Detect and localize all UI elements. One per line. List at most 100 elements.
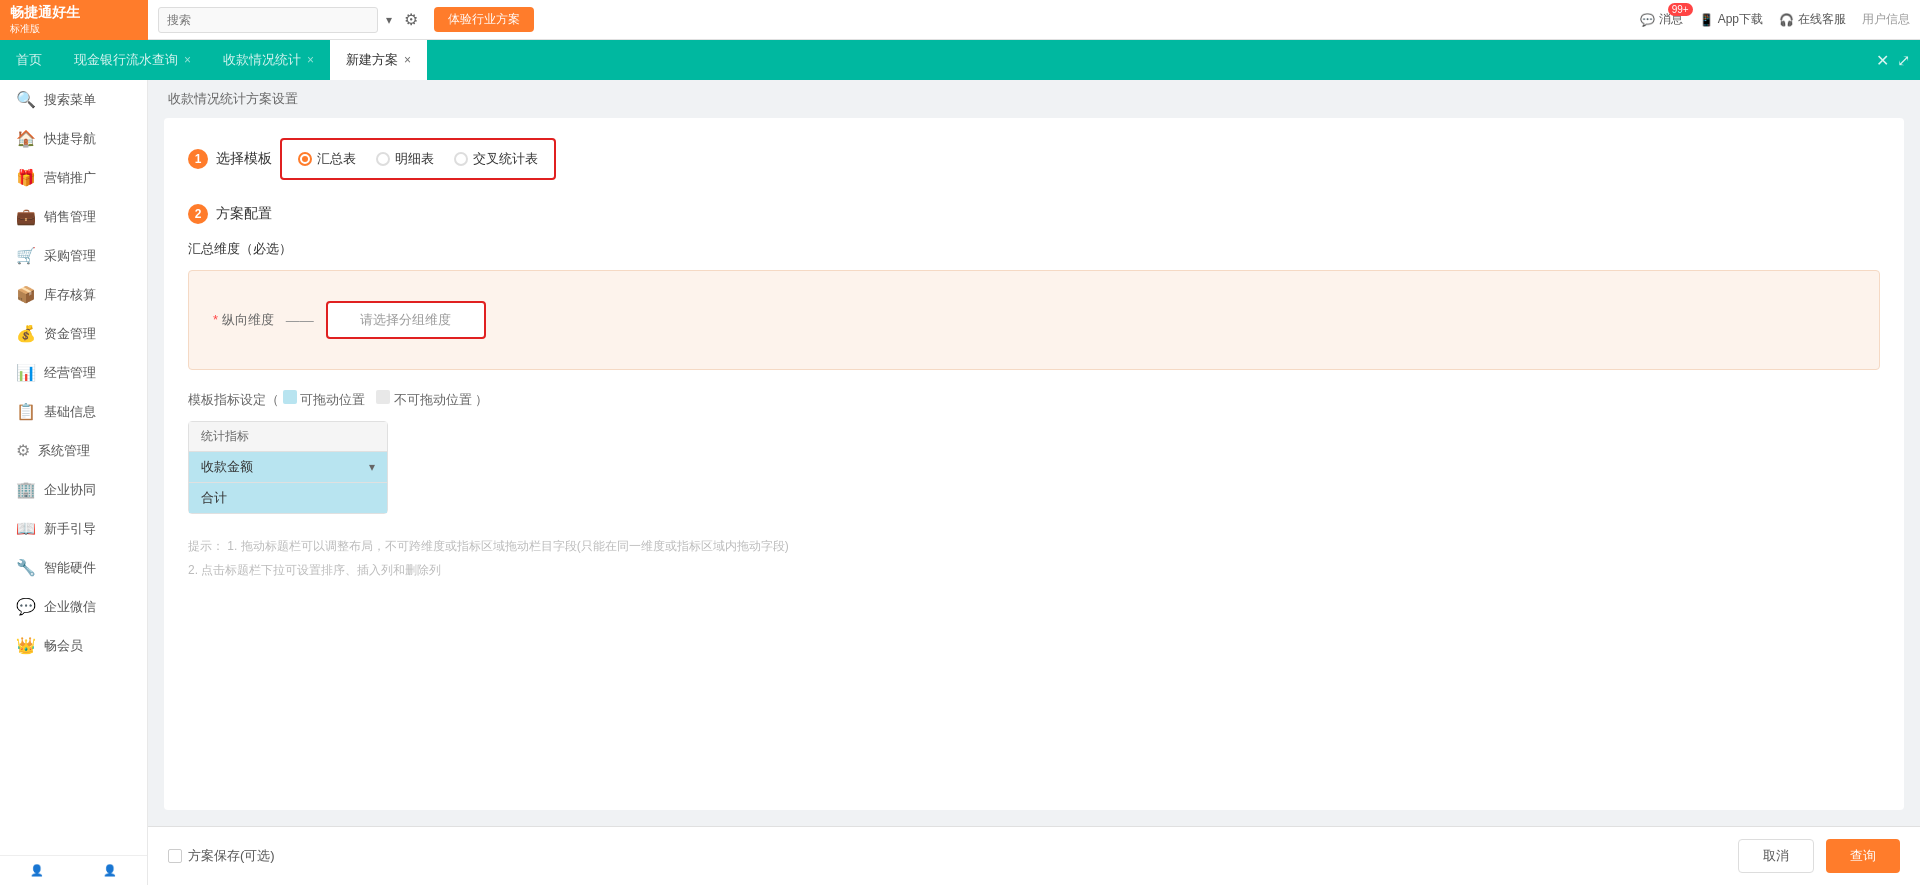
enterprise-icon: 🏢: [16, 480, 36, 499]
tab-bar: 首页 现金银行流水查询 × 收款情况统计 × 新建方案 × ✕ ⤢: [0, 40, 1920, 80]
tab-home[interactable]: 首页: [0, 40, 58, 80]
tab-new-plan[interactable]: 新建方案 ×: [330, 40, 427, 80]
sidebar-basic-label: 基础信息: [44, 403, 96, 421]
indicator-subtotal: 合计: [189, 483, 387, 513]
search-input[interactable]: [158, 7, 378, 33]
sidebar-avatar1[interactable]: 👤: [30, 864, 44, 877]
option-cross[interactable]: 交叉统计表: [454, 150, 538, 168]
logo: 畅捷通好生 标准版: [0, 0, 148, 40]
legend-draggable-box: [283, 390, 297, 404]
sidebar-item-marketing[interactable]: 🎁 营销推广: [0, 158, 147, 197]
sidebar-member-label: 畅会员: [44, 637, 83, 655]
system-icon: ⚙: [16, 441, 30, 460]
weixin-icon: 💬: [16, 597, 36, 616]
sidebar-item-operation[interactable]: 📊 经营管理: [0, 353, 147, 392]
sidebar-item-hardware[interactable]: 🔧 智能硬件: [0, 548, 147, 587]
tab-bank-close[interactable]: ×: [184, 53, 191, 67]
save-checkbox[interactable]: [168, 849, 182, 863]
sidebar-marketing-label: 营销推广: [44, 169, 96, 187]
legend-fixed-box: [376, 390, 390, 404]
page-title: 收款情况统计方案设置: [148, 80, 1920, 118]
sales-icon: 💼: [16, 207, 36, 226]
step2-title: 方案配置: [216, 205, 272, 223]
option-detail[interactable]: 明细表: [376, 150, 434, 168]
indicators-header: 模板指标设定（ 可拖动位置 不可拖动位置 ）: [188, 390, 1880, 409]
download-button[interactable]: 📱 App下载: [1699, 11, 1763, 28]
tab-maximize[interactable]: ⤢: [1897, 51, 1910, 70]
stat-label: 统计指标: [189, 422, 387, 452]
step2-header: 2 方案配置: [188, 204, 1880, 224]
home-icon: 🏠: [16, 129, 36, 148]
sidebar-item-sales[interactable]: 💼 销售管理: [0, 197, 147, 236]
sidebar-item-enterprise[interactable]: 🏢 企业协同: [0, 470, 147, 509]
step2-section: 2 方案配置 汇总维度（必选） * 纵向维度 ——: [188, 204, 1880, 582]
sidebar-search-label: 搜索菜单: [44, 91, 96, 109]
radio-cross[interactable]: [454, 152, 468, 166]
step1-header: 1 选择模板 汇总表 明细表 交叉统计表: [188, 138, 1880, 180]
radio-detail[interactable]: [376, 152, 390, 166]
tab-home-label: 首页: [16, 51, 42, 69]
tab-receipt-close[interactable]: ×: [307, 53, 314, 67]
message-icon: 💬: [1640, 13, 1655, 27]
template-options: 汇总表 明细表 交叉统计表: [280, 138, 556, 180]
dimension-select[interactable]: 请选择分组维度: [326, 301, 486, 339]
sidebar-item-finance[interactable]: 💰 资金管理: [0, 314, 147, 353]
support-icon: 🎧: [1779, 13, 1794, 27]
sidebar-item-inventory[interactable]: 📦 库存核算: [0, 275, 147, 314]
step1-section: 1 选择模板 汇总表 明细表 交叉统计表: [188, 138, 1880, 180]
user-info: 用户信息: [1862, 11, 1910, 28]
tab-new-label: 新建方案: [346, 51, 398, 69]
download-icon: 📱: [1699, 13, 1714, 27]
cancel-button[interactable]: 取消: [1738, 839, 1814, 873]
sidebar-item-basic[interactable]: 📋 基础信息: [0, 392, 147, 431]
sidebar-finance-label: 资金管理: [44, 325, 96, 343]
purchase-icon: 🛒: [16, 246, 36, 265]
step1-number: 1: [188, 149, 208, 169]
dim-req-mark: * 纵向维度: [213, 311, 274, 329]
tab-bank-label: 现金银行流水查询: [74, 51, 178, 69]
bottom-bar: 方案保存(可选) 取消 查询: [148, 826, 1920, 885]
option-summary[interactable]: 汇总表: [298, 150, 356, 168]
tab-new-close[interactable]: ×: [404, 53, 411, 67]
tag-dropdown-icon[interactable]: ▾: [369, 460, 375, 474]
dimension-label: 汇总维度（必选）: [188, 240, 1880, 258]
sidebar-item-quicknav[interactable]: 🏠 快捷导航: [0, 119, 147, 158]
sidebar: 🔍 搜索菜单 🏠 快捷导航 🎁 营销推广 💼 销售管理 🛒 采购管理 📦 库存核…: [0, 80, 148, 885]
sidebar-quicknav-label: 快捷导航: [44, 130, 96, 148]
step2-number: 2: [188, 204, 208, 224]
tab-close-all[interactable]: ✕: [1876, 51, 1889, 70]
sidebar-item-weixin[interactable]: 💬 企业微信: [0, 587, 147, 626]
tips-section: 提示： 1. 拖动标题栏可以调整布局，不可跨维度或指标区域拖动栏目字段(只能在同…: [188, 534, 1880, 582]
tab-bank-query[interactable]: 现金银行流水查询 ×: [58, 40, 207, 80]
inventory-icon: 📦: [16, 285, 36, 304]
sidebar-item-guide[interactable]: 📖 新手引导: [0, 509, 147, 548]
sidebar-item-purchase[interactable]: 🛒 采购管理: [0, 236, 147, 275]
gear-icon[interactable]: ⚙: [404, 10, 418, 29]
sidebar-inventory-label: 库存核算: [44, 286, 96, 304]
sidebar-item-search[interactable]: 🔍 搜索菜单: [0, 80, 147, 119]
sidebar-item-member[interactable]: 👑 畅会员: [0, 626, 147, 665]
indicator-table: 统计指标 收款金额 ▾ 合计: [188, 421, 388, 514]
save-label: 方案保存(可选): [188, 847, 275, 865]
query-button[interactable]: 查询: [1826, 839, 1900, 873]
search-icon: 🔍: [16, 90, 36, 109]
tab-receipt-stat[interactable]: 收款情况统计 ×: [207, 40, 330, 80]
trial-button[interactable]: 体验行业方案: [434, 7, 534, 32]
message-button[interactable]: 💬 消息 99+: [1640, 11, 1683, 28]
support-button[interactable]: 🎧 在线客服: [1779, 11, 1846, 28]
gift-icon: 🎁: [16, 168, 36, 187]
logo-sub: 标准版: [10, 22, 80, 36]
sidebar-enterprise-label: 企业协同: [44, 481, 96, 499]
bottom-actions: 取消 查询: [1738, 839, 1900, 873]
radio-summary[interactable]: [298, 152, 312, 166]
sidebar-purchase-label: 采购管理: [44, 247, 96, 265]
sidebar-avatar2[interactable]: 👤: [103, 864, 117, 877]
main-card: 1 选择模板 汇总表 明细表 交叉统计表: [164, 118, 1904, 810]
finance-icon: 💰: [16, 324, 36, 343]
dropdown-arrow[interactable]: ▾: [386, 13, 392, 27]
indicator-receipt-amount[interactable]: 收款金额 ▾: [189, 452, 387, 483]
sidebar-system-label: 系统管理: [38, 442, 90, 460]
tips-detail: 2. 点击标题栏下拉可设置排序、插入列和删除列: [188, 558, 1880, 582]
sidebar-item-system[interactable]: ⚙ 系统管理: [0, 431, 147, 470]
sidebar-sales-label: 销售管理: [44, 208, 96, 226]
